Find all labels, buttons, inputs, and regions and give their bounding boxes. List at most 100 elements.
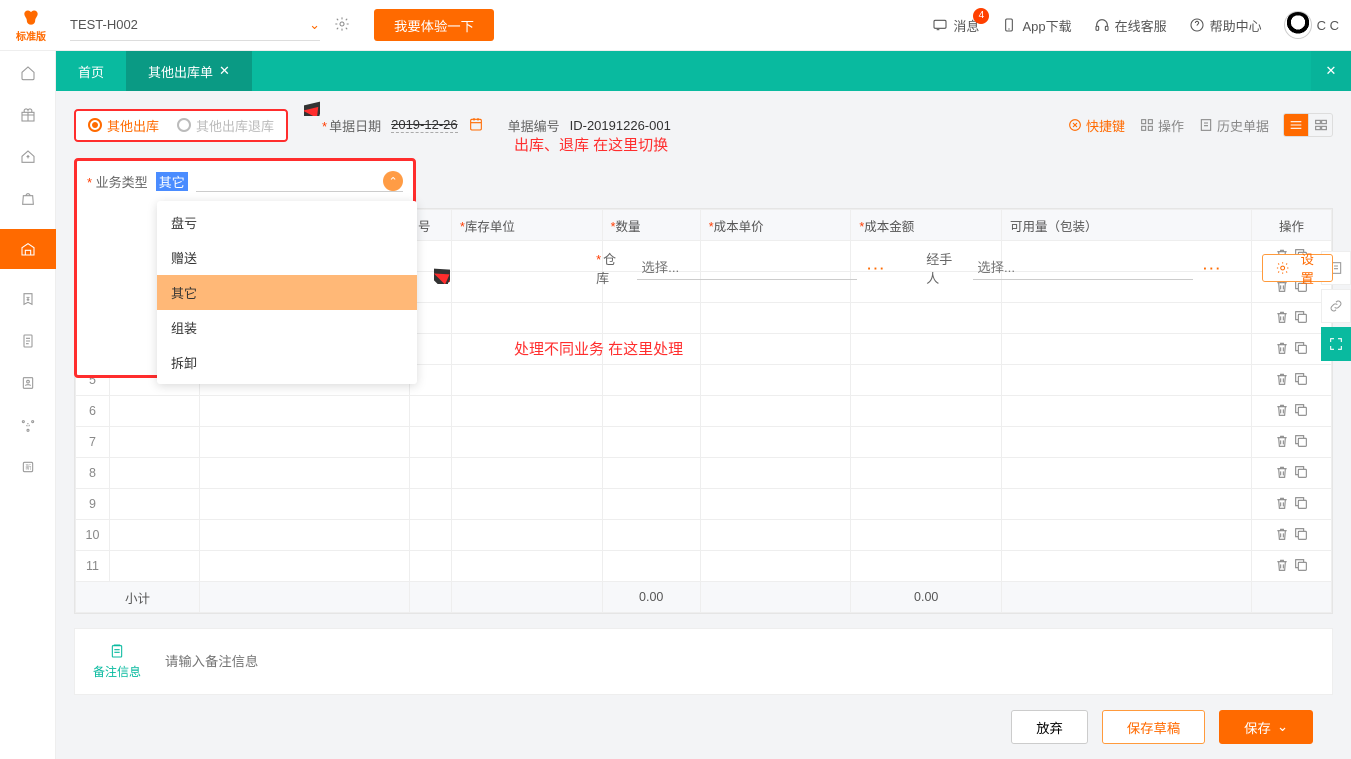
save-draft-button[interactable]: 保存草稿 [1102,710,1205,744]
delete-icon[interactable] [1274,402,1290,418]
user-menu[interactable]: C C [1284,11,1339,39]
radio-outbound[interactable]: 其他出库 [88,116,159,135]
doc-date-field[interactable]: 2019-12-26 [391,117,458,133]
handler-select[interactable] [973,256,1193,280]
copy-icon[interactable] [1293,557,1309,573]
message-badge: 4 [973,8,989,24]
table-row[interactable]: 10 [76,520,1332,551]
doc-no-label: 单据编号 [508,116,560,135]
copy-icon[interactable] [1293,433,1309,449]
delete-icon[interactable] [1274,526,1290,542]
warehouse-select[interactable] [637,256,857,280]
gear-icon[interactable] [334,16,350,35]
biz-type-option[interactable]: 赠送 [157,240,417,275]
top-right: 消息 4 App下载 在线客服 帮助中心 C C [932,11,1339,39]
fields-row: * 业务类型 其它 ⌃ 盘亏赠送其它组装拆卸 *仓库 ··· 经手人 ··· [74,158,1333,378]
tab-home[interactable]: 首页 [56,51,126,91]
view-toggle[interactable] [1283,113,1333,137]
doc-options-row: 其他出库 其他出库退库 *单据日期 2019-12-26 单据编号 ID-201… [74,104,1333,146]
sidebar-finance[interactable] [16,287,40,311]
subtotal-qty: 0.00 [602,582,700,613]
operate-button[interactable]: 操作 [1139,116,1184,135]
delete-icon[interactable] [1274,557,1290,573]
calendar-icon[interactable] [468,116,484,135]
handler-more-icon[interactable]: ··· [1203,261,1222,276]
doc-no-value: ID-20191226-001 [570,118,671,133]
out-type-radio-group: 其他出库 其他出库退库 [74,109,288,142]
delete-icon[interactable] [1274,495,1290,511]
sidebar-doc[interactable] [16,329,40,353]
save-button[interactable]: 保存⌄ [1219,710,1313,744]
customer-service-link[interactable]: 在线客服 [1094,16,1167,35]
table-row[interactable]: 6 [76,396,1332,427]
settings-button[interactable]: 设置 [1262,254,1333,282]
table-row[interactable]: 8 [76,458,1332,489]
radio-return[interactable]: 其他出库退库 [177,116,274,135]
view-grid-icon[interactable] [1308,114,1332,136]
try-button[interactable]: 我要体验一下 [374,9,494,41]
sidebar-gift[interactable] [16,103,40,127]
phone-icon [1001,17,1017,33]
logo: 标准版 [12,8,50,43]
svg-text:新: 新 [25,464,31,472]
sidebar-flow[interactable] [16,413,40,437]
copy-icon[interactable] [1293,402,1309,418]
biz-type-dropdown: 盘亏赠送其它组装拆卸 [157,201,417,384]
subtotal-label: 小计 [76,582,200,613]
close-icon[interactable]: ✕ [219,63,230,79]
history-button[interactable]: 历史单据 [1198,116,1269,135]
biz-type-option[interactable]: 盘亏 [157,205,417,240]
content: 其他出库 其他出库退库 *单据日期 2019-12-26 单据编号 ID-201… [56,91,1351,759]
topbar: 标准版 TEST-H002 ⌄ 我要体验一下 消息 4 App下载 在线客服 帮… [0,0,1351,51]
main: 首页 其他出库单 ✕ ✕ 其他出库 其他出库退库 *单据日期 2019-12-2… [56,51,1351,759]
close-all-tabs[interactable]: ✕ [1311,51,1351,91]
doc-toolbar: 快捷键 操作 历史单据 [1067,113,1333,137]
remark-input[interactable] [165,654,1314,669]
discard-button[interactable]: 放弃 [1011,710,1088,744]
copy-icon[interactable] [1293,495,1309,511]
warehouse-more-icon[interactable]: ··· [867,261,886,276]
help-link[interactable]: 帮助中心 [1189,16,1262,35]
handler-label: 经手人 [926,249,963,287]
table-row[interactable]: 11 [76,551,1332,582]
copy-icon[interactable] [1293,464,1309,480]
table-row[interactable]: 7 [76,427,1332,458]
biz-type-option[interactable]: 拆卸 [157,345,417,380]
biz-type-option[interactable]: 其它 [157,275,417,310]
shortcut-button[interactable]: 快捷键 [1067,116,1125,135]
headphone-icon [1094,17,1110,33]
warehouse-label: *仓库 [596,249,627,287]
chevron-up-icon[interactable]: ⌃ [383,171,403,191]
biz-type-option[interactable]: 组装 [157,310,417,345]
chevron-down-icon: ⌄ [309,17,320,33]
delete-icon[interactable] [1274,464,1290,480]
business-type-box: * 业务类型 其它 ⌃ 盘亏赠送其它组装拆卸 [74,158,416,378]
sidebar-in[interactable] [16,145,40,169]
app-download-link[interactable]: App下载 [1001,16,1071,35]
sidebar-warehouse[interactable] [0,229,56,269]
sidebar-new[interactable]: 新 [16,455,40,479]
table-row[interactable]: 9 [76,489,1332,520]
annotation-top: 出库、退库 在这里切换 [514,134,668,155]
footer: 放弃 保存草稿 保存⌄ [74,695,1333,759]
delete-icon[interactable] [1274,433,1290,449]
arrow-icon [434,268,450,284]
sidebar-home[interactable] [16,61,40,85]
tenant-select[interactable]: TEST-H002 ⌄ [70,9,320,41]
biz-type-label: * 业务类型 [87,172,148,191]
messages-link[interactable]: 消息 4 [932,16,979,35]
page-tabs: 首页 其他出库单 ✕ ✕ [56,51,1351,91]
help-icon [1189,17,1205,33]
message-icon [932,17,948,33]
subtotal-amount: 0.00 [851,582,1002,613]
sidebar-contacts[interactable] [16,371,40,395]
biz-type-value[interactable]: 其它 [156,172,188,191]
chevron-down-icon: ⌄ [1277,719,1288,735]
doc-date-label: *单据日期 [322,116,381,135]
sidebar-bag[interactable] [16,187,40,211]
remark-icon: 备注信息 [93,643,141,680]
annotation-mid: 处理不同业务 在这里处理 [514,338,683,359]
tab-other-outbound[interactable]: 其他出库单 ✕ [126,51,252,91]
view-list-icon[interactable] [1284,114,1308,136]
copy-icon[interactable] [1293,526,1309,542]
